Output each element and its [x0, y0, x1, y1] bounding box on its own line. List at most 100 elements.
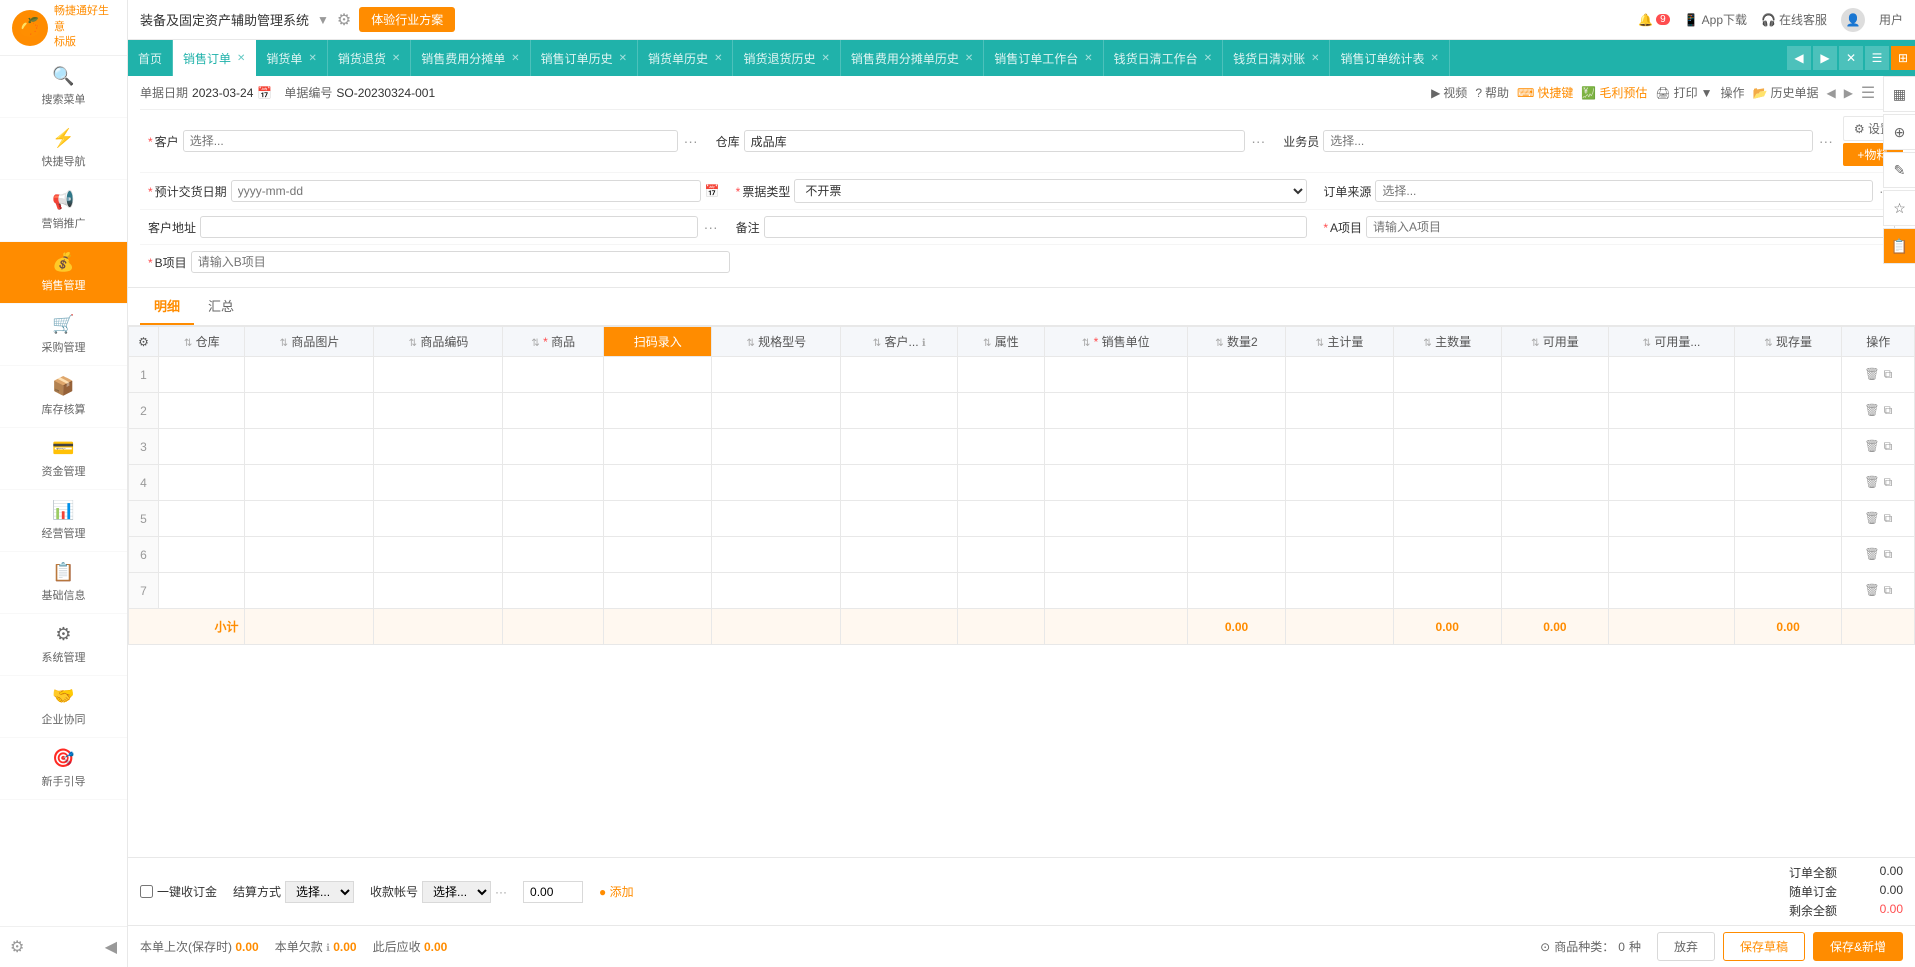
nav-prev-icon[interactable]: ◀ [1826, 86, 1835, 100]
invoice-type-select[interactable]: 不开票 [794, 179, 1307, 203]
col-scan[interactable]: 扫码录入 [604, 327, 712, 357]
close-icon[interactable]: ✕ [821, 53, 829, 64]
cell-warehouse[interactable] [159, 393, 245, 429]
cell-spec[interactable] [712, 357, 841, 393]
online-service-button[interactable]: 🎧 在线客服 [1761, 11, 1827, 28]
copy-icon[interactable]: ⧉ [1884, 583, 1893, 598]
tab-sales-history[interactable]: 销售订单历史 ✕ [531, 40, 638, 76]
cell-customer-code[interactable] [841, 393, 958, 429]
remark-input[interactable] [764, 216, 1308, 238]
account-select[interactable]: 选择... [422, 881, 491, 903]
app-download-button[interactable]: 📱 App下载 [1684, 11, 1747, 28]
order-source-input[interactable] [1375, 180, 1873, 202]
close-icon[interactable]: ✕ [1204, 53, 1212, 64]
tab-stats[interactable]: 销售订单统计表 ✕ [1330, 40, 1449, 76]
sidebar-collapse-icon[interactable]: ◀ [105, 937, 117, 957]
delivery-date-input[interactable] [231, 180, 701, 202]
cell-main-qty[interactable] [1393, 393, 1501, 429]
close-icon[interactable]: ✕ [237, 53, 245, 64]
tab-sales-order[interactable]: 销售订单 ✕ [173, 40, 256, 76]
customer-input[interactable] [183, 130, 678, 152]
history-button[interactable]: 📂 历史单据 [1752, 84, 1818, 101]
rpanel-btn-3[interactable]: ✎ [1883, 152, 1915, 188]
close-icon[interactable]: ✕ [1084, 53, 1092, 64]
quick-order-check[interactable] [140, 885, 153, 898]
sidebar-item-guide[interactable]: 🎯 新手引导 [0, 738, 127, 800]
save-draft-button[interactable]: 保存草稿 [1723, 932, 1805, 961]
delete-icon[interactable]: 🗑 [1864, 367, 1879, 382]
cell-stock[interactable] [1734, 393, 1842, 429]
add-payment-button[interactable]: ● 添加 [599, 883, 634, 900]
salesman-input[interactable] [1323, 130, 1813, 152]
nav-next-icon[interactable]: ▶ [1844, 86, 1853, 100]
tab-sales-invoice[interactable]: 销货单 ✕ [256, 40, 327, 76]
cell-code[interactable] [374, 393, 503, 429]
col-main-qty[interactable]: ⇅ 主数量 [1393, 327, 1501, 357]
close-icon[interactable]: ✕ [1311, 53, 1319, 64]
copy-icon[interactable]: ⧉ [1884, 439, 1893, 454]
shortcut-button[interactable]: ⌨ 快捷键 [1517, 84, 1573, 101]
col-avail2[interactable]: ⇅ 可用量... [1609, 327, 1734, 357]
save-new-button[interactable]: 保存&新增 [1813, 932, 1903, 961]
sidebar-item-finance[interactable]: 💳 资金管理 [0, 428, 127, 490]
cell-warehouse[interactable] [159, 357, 245, 393]
tab-expand-button[interactable]: ⊞ [1891, 46, 1915, 70]
tab-home[interactable]: 首页 [128, 40, 173, 76]
rpanel-btn-5[interactable]: 📋 [1883, 228, 1915, 264]
rpanel-btn-2[interactable]: ⊕ [1883, 114, 1915, 150]
warehouse-input[interactable] [744, 130, 1246, 152]
user-name[interactable]: 用户 [1879, 11, 1903, 28]
delete-icon[interactable]: 🗑 [1864, 547, 1879, 562]
cell-stock[interactable] [1734, 357, 1842, 393]
cell-product[interactable] [503, 357, 604, 393]
cell-spec[interactable] [712, 393, 841, 429]
sidebar-item-collab[interactable]: 🤝 企业协同 [0, 676, 127, 738]
tab-detail[interactable]: 明细 [140, 288, 194, 325]
cell-qty2[interactable] [1187, 393, 1285, 429]
tab-cash-workbench[interactable]: 钱货日清工作台 ✕ [1104, 40, 1223, 76]
delete-icon[interactable]: 🗑 [1864, 583, 1879, 598]
rpanel-btn-4[interactable]: ☆ [1883, 190, 1915, 226]
delete-icon[interactable]: 🗑 [1864, 475, 1879, 490]
tab-summary[interactable]: 汇总 [194, 288, 248, 325]
col-warehouse[interactable]: ⇅ 仓库 [159, 327, 245, 357]
cell-avail2[interactable] [1609, 393, 1734, 429]
close-icon[interactable]: ✕ [619, 53, 627, 64]
col-stock[interactable]: ⇅ 现存量 [1734, 327, 1842, 357]
tab-invoice-history[interactable]: 销货单历史 ✕ [638, 40, 733, 76]
cell-qty2[interactable] [1187, 357, 1285, 393]
tab-next-button[interactable]: ▶ [1813, 46, 1837, 70]
tab-close-button[interactable]: ✕ [1839, 46, 1863, 70]
a-project-input[interactable] [1366, 216, 1895, 238]
amount-input[interactable] [523, 881, 583, 903]
sidebar-item-purchase[interactable]: 🛒 采购管理 [0, 304, 127, 366]
close-icon[interactable]: ✕ [511, 53, 519, 64]
tab-expense-history[interactable]: 销售费用分摊单历史 ✕ [841, 40, 984, 76]
col-image[interactable]: ⇅ 商品图片 [245, 327, 374, 357]
sidebar-item-operation[interactable]: 📊 经营管理 [0, 490, 127, 552]
calendar-icon[interactable]: 📅 [705, 184, 720, 198]
industry-plan-button[interactable]: 体验行业方案 [359, 7, 455, 32]
cell-avail[interactable] [1501, 393, 1609, 429]
b-project-input[interactable] [191, 251, 731, 273]
sidebar-item-base[interactable]: 📋 基础信息 [0, 552, 127, 614]
delete-icon[interactable]: 🗑 [1864, 403, 1879, 418]
operation-button[interactable]: 操作 [1720, 84, 1744, 101]
delete-icon[interactable]: 🗑 [1864, 439, 1879, 454]
copy-icon[interactable]: ⧉ [1884, 547, 1893, 562]
quick-order-checkbox[interactable]: 一键收订金 [140, 883, 217, 900]
print-button[interactable]: 🖨 打印 ▼ [1655, 84, 1712, 101]
col-settings[interactable]: ⚙ [129, 327, 159, 357]
cell-image[interactable] [245, 357, 374, 393]
col-attr[interactable]: ⇅ 属性 [958, 327, 1044, 357]
col-main-unit[interactable]: ⇅ 主计量 [1286, 327, 1394, 357]
delete-icon[interactable]: 🗑 [1864, 511, 1879, 526]
cell-main-qty[interactable] [1393, 357, 1501, 393]
discard-button[interactable]: 放弃 [1657, 932, 1715, 961]
close-icon[interactable]: ✕ [392, 53, 400, 64]
cell-attr[interactable] [958, 357, 1044, 393]
salesman-more-icon[interactable]: ··· [1817, 133, 1835, 149]
payment-method-select[interactable]: 选择... [285, 881, 354, 903]
sidebar-item-inventory[interactable]: 📦 库存核算 [0, 366, 127, 428]
settings-icon[interactable]: ⚙ [337, 10, 351, 30]
